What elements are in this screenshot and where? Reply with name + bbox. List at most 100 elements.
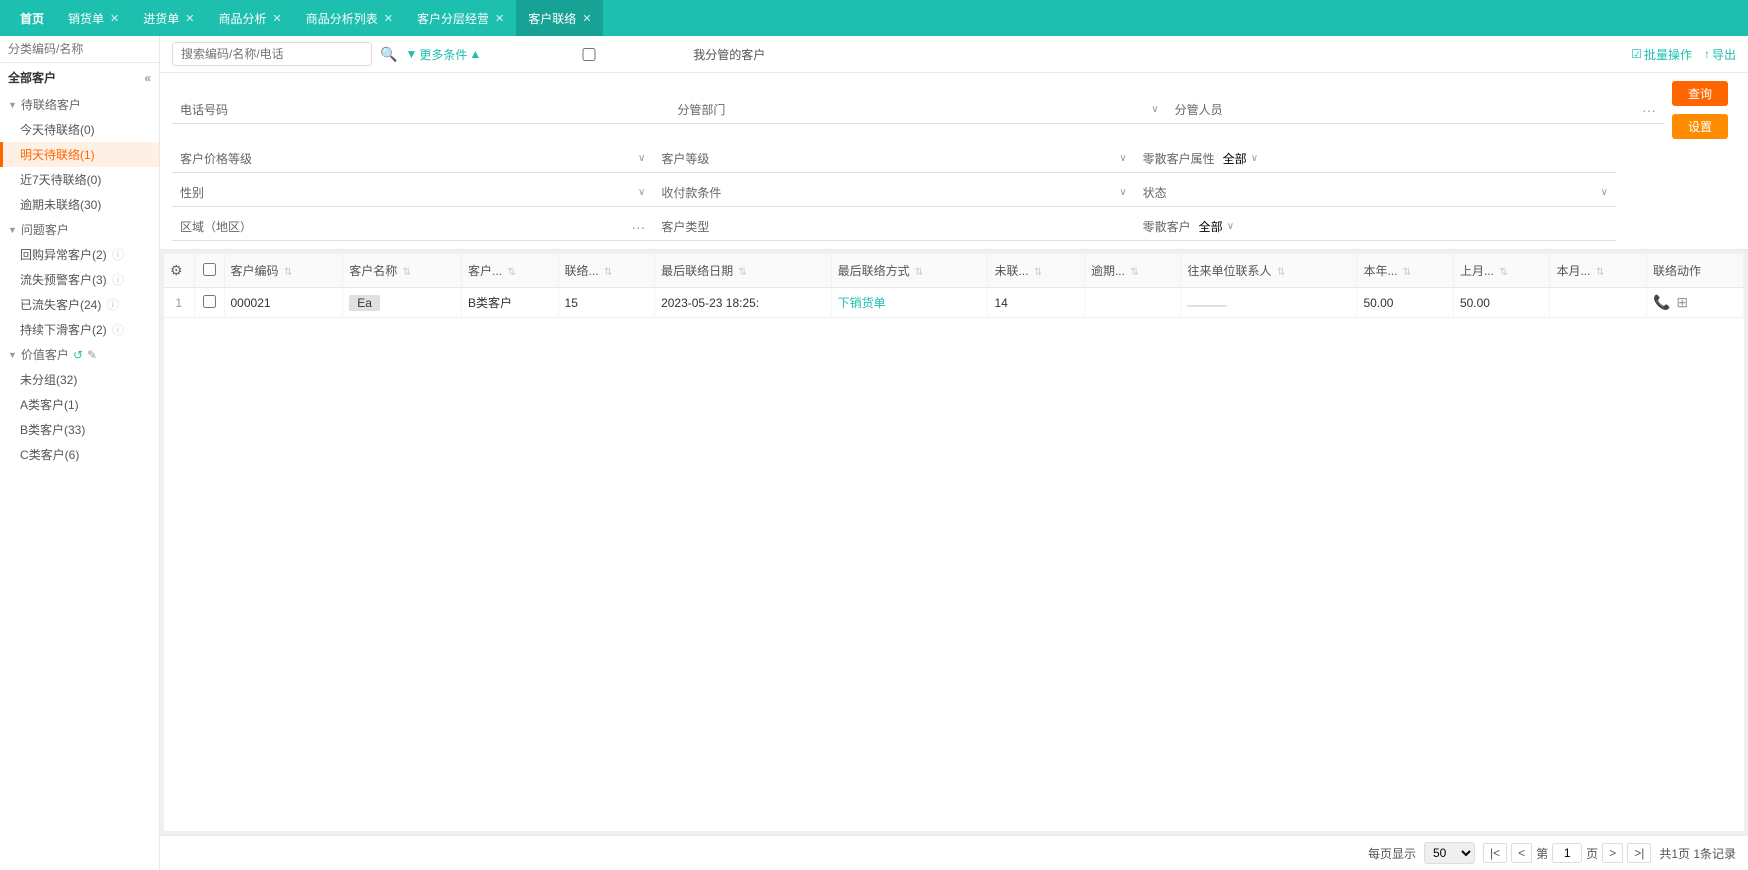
cell-code: 000021 xyxy=(224,288,343,318)
col-header-this-month[interactable]: 本月... ⇅ xyxy=(1550,254,1647,288)
col-header-contact-person[interactable]: 往来单位联系人 ⇅ xyxy=(1181,254,1357,288)
col-header-contact[interactable]: 联络... ⇅ xyxy=(558,254,655,288)
more-conditions-button[interactable]: ▼ 更多条件 ▲ xyxy=(405,46,481,63)
table-footer: 每页显示 50 100 200 |< < 第 页 > >| 共1页 1条记录 xyxy=(160,835,1748,870)
col-header-gear[interactable]: ⚙ xyxy=(164,254,194,288)
sidebar-item-declining[interactable]: 持续下滑客户(2) ⓘ xyxy=(0,317,159,342)
cell-last-method[interactable]: 下销货单 xyxy=(831,288,988,318)
gender-input[interactable] xyxy=(212,186,634,200)
manager-more-icon[interactable]: ··· xyxy=(1642,102,1656,118)
nav-item-customer-segment[interactable]: 客户分层经营 ✕ xyxy=(405,0,516,36)
nav-item-home[interactable]: 首页 xyxy=(8,0,56,36)
phone-action-icon[interactable]: 📞 xyxy=(1653,294,1670,311)
first-page-button[interactable]: |< xyxy=(1483,843,1507,863)
query-button[interactable]: 查询 xyxy=(1672,81,1728,106)
my-customers-checkbox-container[interactable]: 我分管的客户 xyxy=(489,46,765,63)
sidebar-search-input[interactable] xyxy=(8,42,160,56)
col-header-name[interactable]: 客户名称 ⇅ xyxy=(343,254,462,288)
my-customers-checkbox[interactable] xyxy=(489,48,689,61)
churned-label: 已流失客户(24) xyxy=(20,298,101,312)
payment-dropdown-icon[interactable]: ∨ xyxy=(1119,187,1126,198)
nav-item-analysis[interactable]: 商品分析 ✕ xyxy=(206,0,293,36)
sort-icon-contact: ⇅ xyxy=(604,267,612,278)
grade-filter: 客户价格等级 ∨ xyxy=(172,145,653,173)
sidebar-item-week[interactable]: 近7天待联络(0) xyxy=(0,167,159,192)
dept-input[interactable] xyxy=(733,103,1147,117)
status-input[interactable] xyxy=(1175,186,1597,200)
batch-ops-button[interactable]: ☑ 批量操作 xyxy=(1631,46,1692,63)
close-icon[interactable]: ✕ xyxy=(582,12,591,25)
retail-attr-dropdown-icon[interactable]: ∨ xyxy=(1251,153,1258,164)
phone-input[interactable] xyxy=(236,103,661,117)
sidebar-item-class-a[interactable]: A类客户(1) xyxy=(0,392,159,417)
grade-input[interactable] xyxy=(260,152,634,166)
area-input[interactable] xyxy=(260,220,631,234)
col-header-last-month[interactable]: 上月... ⇅ xyxy=(1453,254,1550,288)
sidebar-item-tomorrow[interactable]: 明天待联络(1) xyxy=(0,142,159,167)
col-header-uncontacted[interactable]: 未联... ⇅ xyxy=(988,254,1085,288)
customer-type-input[interactable] xyxy=(717,220,1126,234)
collapse-icon[interactable]: « xyxy=(144,71,151,85)
page-input[interactable] xyxy=(1552,843,1582,863)
cell-checkbox[interactable] xyxy=(194,288,224,318)
close-icon[interactable]: ✕ xyxy=(495,12,504,25)
search-input[interactable] xyxy=(172,42,372,66)
sidebar-item-repurchase[interactable]: 回购异常客户(2) ⓘ xyxy=(0,242,159,267)
next-page-button[interactable]: > xyxy=(1602,843,1623,863)
sidebar-item-churn-warn[interactable]: 流失预警客户(3) ⓘ xyxy=(0,267,159,292)
col-header-last-method[interactable]: 最后联络方式 ⇅ xyxy=(831,254,988,288)
level-dropdown-icon[interactable]: ∨ xyxy=(1119,153,1126,164)
row-checkbox[interactable] xyxy=(203,295,216,308)
sidebar-item-ungrouped[interactable]: 未分组(32) xyxy=(0,367,159,392)
gender-dropdown-icon[interactable]: ∨ xyxy=(638,187,645,198)
col-header-code[interactable]: 客户编码 ⇅ xyxy=(224,254,343,288)
prev-page-button[interactable]: < xyxy=(1511,843,1532,863)
nav-item-sales[interactable]: 销货单 ✕ xyxy=(56,0,131,36)
grid-action-icon[interactable]: ⊞ xyxy=(1676,294,1688,311)
manager-input[interactable] xyxy=(1231,103,1642,117)
sidebar-item-churned[interactable]: 已流失客户(24) ⓘ xyxy=(0,292,159,317)
nav-item-customer-contact[interactable]: 客户联络 ✕ xyxy=(516,0,603,36)
cell-this-year: 50.00 xyxy=(1357,288,1454,318)
sidebar-item-overdue[interactable]: 逾期未联络(30) xyxy=(0,192,159,217)
cell-type: B类客户 xyxy=(462,288,559,318)
cell-name: Ea xyxy=(343,288,462,318)
status-dropdown-icon[interactable]: ∨ xyxy=(1601,187,1608,198)
level-input[interactable] xyxy=(717,152,1115,166)
col-label-last-month: 上月... xyxy=(1460,264,1494,278)
close-icon[interactable]: ✕ xyxy=(384,12,393,25)
grade-dropdown-icon[interactable]: ∨ xyxy=(638,153,645,164)
edit-icon[interactable]: ✎ xyxy=(87,348,97,362)
payment-input[interactable] xyxy=(729,186,1115,200)
tomorrow-label: 明天待联络(1) xyxy=(20,148,95,162)
sidebar-item-today[interactable]: 今天待联络(0) xyxy=(0,117,159,142)
sidebar-item-class-b[interactable]: B类客户(33) xyxy=(0,417,159,442)
close-icon[interactable]: ✕ xyxy=(273,12,282,25)
retail-customer-dropdown-icon[interactable]: ∨ xyxy=(1227,221,1234,232)
search-button[interactable]: 🔍 xyxy=(380,46,397,63)
nav-item-analysis-list[interactable]: 商品分析列表 ✕ xyxy=(294,0,405,36)
col-header-this-year[interactable]: 本年... ⇅ xyxy=(1357,254,1454,288)
last-page-button[interactable]: >| xyxy=(1627,843,1651,863)
col-header-last-date[interactable]: 最后联络日期 ⇅ xyxy=(655,254,832,288)
dept-dropdown-icon[interactable]: ∨ xyxy=(1151,104,1158,115)
name-value: Ea xyxy=(349,295,380,311)
retail-customer-label: 零散客户 xyxy=(1143,218,1191,235)
settings-gear-icon[interactable]: ⚙ xyxy=(170,262,183,278)
col-header-checkbox[interactable] xyxy=(194,254,224,288)
set-button[interactable]: 设置 xyxy=(1672,114,1728,139)
col-header-type[interactable]: 客户... ⇅ xyxy=(462,254,559,288)
main-layout: 🔍 全部客户 « 待联络客户 今天待联络(0) 明天待联络(1) 近7天待联络(… xyxy=(0,36,1748,870)
col-header-overdue[interactable]: 逾期... ⇅ xyxy=(1084,254,1181,288)
refresh-icon[interactable]: ↺ xyxy=(73,348,83,362)
close-icon[interactable]: ✕ xyxy=(185,12,194,25)
select-all-checkbox[interactable] xyxy=(203,263,216,276)
all-customers-label[interactable]: 全部客户 « xyxy=(0,63,159,92)
sidebar-item-class-c[interactable]: C类客户(6) xyxy=(0,442,159,467)
close-icon[interactable]: ✕ xyxy=(110,12,119,25)
area-more-icon[interactable]: ··· xyxy=(631,219,645,235)
per-page-select[interactable]: 50 100 200 xyxy=(1424,842,1475,864)
last-method-link[interactable]: 下销货单 xyxy=(838,296,886,310)
export-button[interactable]: ↑ 导出 xyxy=(1704,46,1736,63)
nav-item-purchase[interactable]: 进货单 ✕ xyxy=(131,0,206,36)
